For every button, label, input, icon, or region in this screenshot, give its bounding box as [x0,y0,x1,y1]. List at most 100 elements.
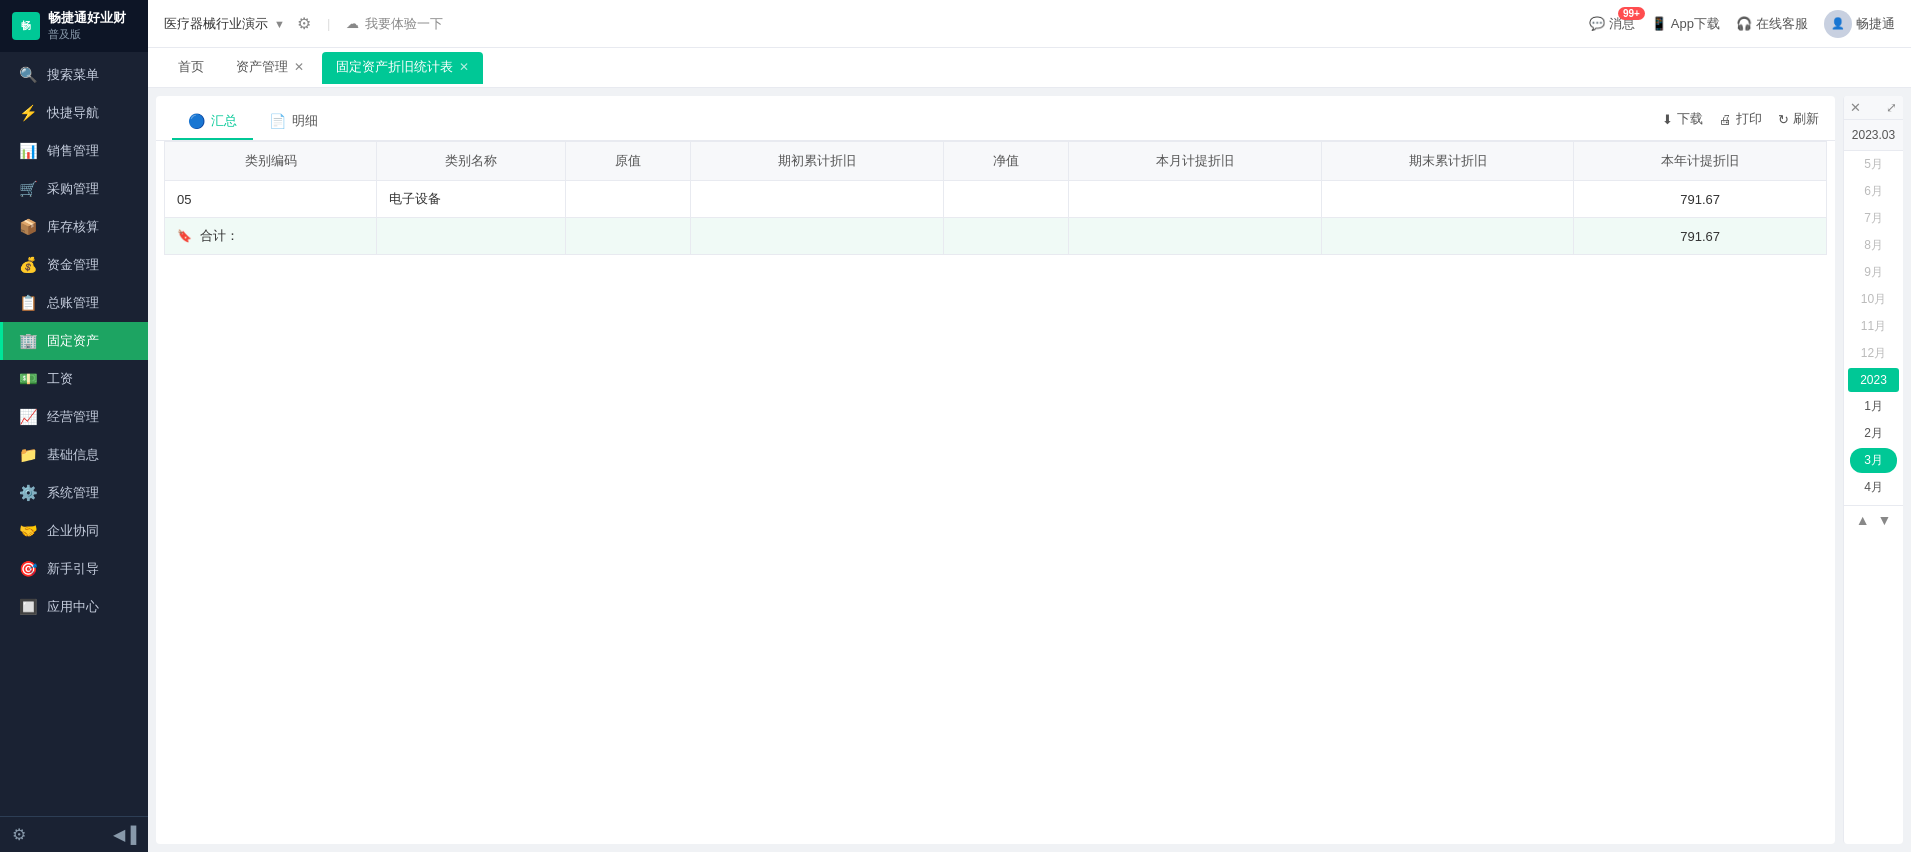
topbar-settings-icon[interactable]: ⚙ [297,14,311,33]
date-item-4[interactable]: 4月 [1844,474,1903,501]
cell-net [944,181,1069,218]
download-button[interactable]: ⬇ 下载 [1662,110,1703,128]
table-wrap: 类别编码 类别名称 原值 期初累计折旧 净值 本月计提折旧 期末累计折旧 本年计… [156,141,1835,844]
cell-monthly [1069,181,1322,218]
settings-footer-icon[interactable]: ⚙ [12,825,26,844]
refresh-button[interactable]: ↻ 刷新 [1778,110,1819,128]
message-button[interactable]: 💬 消息 99+ [1589,15,1635,33]
sidebar-item-search[interactable]: 🔍 搜索菜单 [0,56,148,94]
sum-monthly-cell [1069,218,1322,255]
sidebar: 畅 畅捷通好业财 普及版 🔍 搜索菜单 ⚡ 快捷导航 📊 销售管理 🛒 采购管理… [0,0,148,852]
tab-home-label: 首页 [178,58,204,76]
tab-asset-mgmt[interactable]: 资产管理 ✕ [222,52,318,84]
tab-home[interactable]: 首页 [164,52,218,84]
summary-tab-icon: 🔵 [188,113,205,129]
enterprise-icon: 🤝 [19,522,37,540]
main-area: 医疗器械行业演示 ▼ ⚙ | ☁ 我要体验一下 💬 消息 99+ 📱 App下载… [148,0,1911,852]
sum-name-cell [377,218,566,255]
date-down-icon[interactable]: ▼ [1878,512,1892,528]
date-item-9[interactable]: 9月 [1844,259,1903,286]
print-icon: 🖨 [1719,112,1732,127]
date-panel-expand-btn[interactable]: ⤢ [1886,100,1897,115]
date-panel-close-btn[interactable]: ✕ [1850,100,1861,115]
topbar-divider: | [327,16,330,31]
sidebar-item-basic-info[interactable]: 📁 基础信息 [0,436,148,474]
app-center-icon: 🔲 [19,598,37,616]
sidebar-item-sales[interactable]: 📊 销售管理 [0,132,148,170]
sidebar-item-system[interactable]: ⚙️ 系统管理 [0,474,148,512]
sidebar-item-label: 工资 [47,370,73,388]
sidebar-item-guide[interactable]: 🎯 新手引导 [0,550,148,588]
tab-depreciation-table[interactable]: 固定资产折旧统计表 ✕ [322,52,483,84]
tab-depreciation-close[interactable]: ✕ [459,60,469,74]
company-selector[interactable]: 医疗器械行业演示 ▼ [164,15,285,33]
date-item-5[interactable]: 5月 [1844,151,1903,178]
inner-tab-summary[interactable]: 🔵 汇总 [172,104,253,140]
col-header-net: 净值 [944,142,1069,181]
collapse-icon[interactable]: ◀▐ [113,825,136,844]
sidebar-item-label: 资金管理 [47,256,99,274]
sidebar-item-ledger[interactable]: 📋 总账管理 [0,284,148,322]
col-header-annual: 本年计提折旧 [1574,142,1827,181]
date-item-10[interactable]: 10月 [1844,286,1903,313]
message-badge: 99+ [1618,7,1645,20]
date-up-icon[interactable]: ▲ [1856,512,1870,528]
topbar: 医疗器械行业演示 ▼ ⚙ | ☁ 我要体验一下 💬 消息 99+ 📱 App下载… [148,0,1911,48]
search-icon: 🔍 [19,66,37,84]
col-header-name: 类别名称 [377,142,566,181]
sidebar-item-label: 销售管理 [47,142,99,160]
sidebar-item-inventory[interactable]: 📦 库存核算 [0,208,148,246]
col-header-accumulated: 期初累计折旧 [691,142,944,181]
cell-code: 05 [165,181,377,218]
sidebar-item-label: 新手引导 [47,560,99,578]
cell-end-accumulated [1321,181,1574,218]
sidebar-item-label: 搜索菜单 [47,66,99,84]
col-header-monthly: 本月计提折旧 [1069,142,1322,181]
cell-original [566,181,691,218]
download-icon: ⬇ [1662,112,1673,127]
user-avatar[interactable]: 👤 畅捷通 [1824,10,1895,38]
customer-service-button[interactable]: 🎧 在线客服 [1736,15,1808,33]
app-download-icon: 📱 [1651,16,1667,31]
sidebar-item-quick-nav[interactable]: ⚡ 快捷导航 [0,94,148,132]
sum-icon: 🔖 [177,229,192,243]
content-area: 🔵 汇总 📄 明细 ⬇ 下载 🖨 打印 [148,88,1911,852]
sum-label: 合计： [200,228,239,243]
sidebar-item-operations[interactable]: 📈 经营管理 [0,398,148,436]
tab-asset-mgmt-close[interactable]: ✕ [294,60,304,74]
system-icon: ⚙️ [19,484,37,502]
avatar-image: 👤 [1824,10,1852,38]
sidebar-item-app-center[interactable]: 🔲 应用中心 [0,588,148,626]
sidebar-item-purchase[interactable]: 🛒 采购管理 [0,170,148,208]
inner-tab-detail[interactable]: 📄 明细 [253,104,334,140]
date-item-7[interactable]: 7月 [1844,205,1903,232]
print-button[interactable]: 🖨 打印 [1719,110,1762,128]
sidebar-item-label: 企业协同 [47,522,99,540]
refresh-icon: ↻ [1778,112,1789,127]
date-item-12[interactable]: 12月 [1844,340,1903,367]
experience-button[interactable]: ☁ 我要体验一下 [346,15,443,33]
sum-annual-cell: 791.67 [1574,218,1827,255]
date-item-year-2023[interactable]: 2023 [1848,368,1899,392]
date-item-11[interactable]: 11月 [1844,313,1903,340]
app-title-wrap: 畅捷通好业财 普及版 [48,10,126,42]
summary-tab-label: 汇总 [211,112,237,130]
sidebar-item-enterprise[interactable]: 🤝 企业协同 [0,512,148,550]
sales-icon: 📊 [19,142,37,160]
date-list: 5月 6月 7月 8月 9月 10月 11月 12月 2023 1月 2月 3月… [1844,151,1903,844]
date-item-6[interactable]: 6月 [1844,178,1903,205]
sidebar-item-capital[interactable]: 💰 资金管理 [0,246,148,284]
sidebar-item-label: 系统管理 [47,484,99,502]
app-subtitle: 普及版 [48,27,126,42]
sidebar-item-fixed-asset[interactable]: 🏢 固定资产 [0,322,148,360]
date-item-3-active[interactable]: 3月 [1850,448,1897,473]
app-download-button[interactable]: 📱 App下载 [1651,15,1720,33]
date-item-8[interactable]: 8月 [1844,232,1903,259]
date-item-2[interactable]: 2月 [1844,420,1903,447]
purchase-icon: 🛒 [19,180,37,198]
date-item-1[interactable]: 1月 [1844,393,1903,420]
inventory-icon: 📦 [19,218,37,236]
sum-original-cell [566,218,691,255]
sidebar-item-payroll[interactable]: 💵 工资 [0,360,148,398]
sidebar-item-label: 库存核算 [47,218,99,236]
